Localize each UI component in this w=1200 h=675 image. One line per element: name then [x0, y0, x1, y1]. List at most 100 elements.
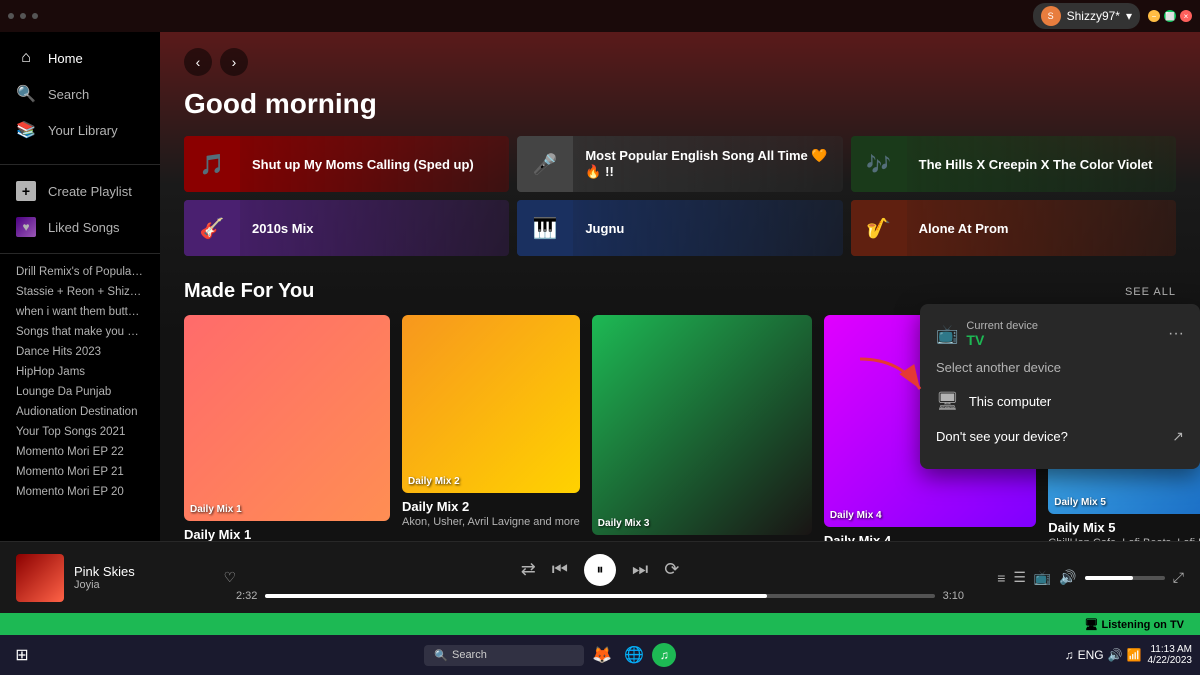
quick-card-4[interactable]: 🎹 Jugnu: [517, 200, 842, 256]
taskbar-left: ⊞: [8, 641, 36, 669]
sidebar-item-search[interactable]: 🔍 Search: [0, 76, 160, 112]
sidebar-item-home[interactable]: ⌂ Home: [0, 40, 160, 76]
quick-card-2[interactable]: 🎶 The Hills X Creepin X The Color Violet: [851, 136, 1176, 192]
volume-bar[interactable]: [1085, 576, 1165, 580]
taskbar-spotify-icon[interactable]: ♫: [652, 643, 676, 667]
mix-card-img-1: Daily Mix 2: [402, 315, 580, 493]
play-pause-button[interactable]: ⏸: [584, 554, 616, 586]
playlist-item-10[interactable]: Momento Mori EP 22: [0, 442, 160, 462]
shuffle-button[interactable]: ⇄: [521, 559, 536, 580]
next-button[interactable]: ⏭: [632, 559, 648, 580]
device-current-info: Current device TV: [966, 320, 1038, 348]
playlist-item-8[interactable]: Audionation Destination: [0, 402, 160, 422]
quick-card-label-4: Jugnu: [573, 221, 636, 236]
fullscreen-icon[interactable]: ⤢: [1173, 569, 1184, 586]
close-button[interactable]: ×: [1180, 10, 1192, 22]
taskbar-search[interactable]: 🔍 Search: [424, 645, 584, 666]
search-icon: 🔍: [16, 84, 36, 104]
taskbar-firefox-icon[interactable]: 🦊: [588, 641, 616, 669]
devices-icon[interactable]: 📺: [1034, 569, 1051, 586]
now-playing-song: Pink Skies: [74, 564, 205, 579]
dont-see-device-option[interactable]: Don't see your device? ↗: [936, 420, 1184, 453]
device-more-icon[interactable]: ···: [1168, 325, 1184, 343]
mix-card-2[interactable]: Daily Mix 3 Daily Mix 3 Sidhu Moose Wala…: [592, 315, 812, 541]
volume-tray-icon[interactable]: 🔊: [1108, 648, 1123, 662]
quick-card-3[interactable]: 🎸 2010s Mix: [184, 200, 509, 256]
playlist-item-9[interactable]: Your Top Songs 2021: [0, 422, 160, 442]
quick-card-label-2: The Hills X Creepin X The Color Violet: [907, 157, 1165, 172]
quick-card-img-3: 🎸: [184, 200, 240, 256]
player-bar: Pink Skies Joyia ♡ ⇄ ⏮ ⏸ ⏭ ⟳ 2:32 3:10 ≡…: [0, 541, 1200, 613]
liked-songs-icon: ♥: [16, 217, 36, 237]
library-icon: 📚: [16, 120, 36, 140]
quick-card-img-4: 🎹: [517, 200, 573, 256]
previous-button[interactable]: ⏮: [552, 559, 568, 580]
playlist-item-12[interactable]: Momento Mori EP 20: [0, 482, 160, 502]
external-link-icon: ↗: [1172, 428, 1184, 445]
playlist-item-11[interactable]: Momento Mori EP 21: [0, 462, 160, 482]
forward-button[interactable]: ›: [220, 48, 248, 76]
mix-card-title-0: Daily Mix 1: [184, 527, 390, 541]
playlist-item-4[interactable]: Songs that make you want t...: [0, 322, 160, 342]
quick-card-1[interactable]: 🎤 Most Popular English Song All Time 🧡 🔥…: [517, 136, 842, 192]
progress-bar[interactable]: [265, 594, 934, 598]
taskbar-clock: 11:13 AM 4/22/2023: [1147, 644, 1192, 666]
playlist-item-1[interactable]: Drill Remix's of Popular Songs: [0, 262, 160, 282]
app-body: ⌂ Home 🔍 Search 📚 Your Library + Create …: [0, 32, 1200, 541]
computer-icon: 🖥: [936, 391, 959, 412]
sidebar-label-library: Your Library: [48, 123, 118, 138]
repeat-button[interactable]: ⟳: [664, 559, 679, 580]
sidebar-label-create: Create Playlist: [48, 184, 132, 199]
current-device-name: TV: [966, 332, 1038, 348]
quick-card-img-0: 🎵: [184, 136, 240, 192]
sidebar-item-create-playlist[interactable]: + Create Playlist: [0, 173, 160, 209]
playlist-item-7[interactable]: Lounge Da Punjab: [0, 382, 160, 402]
mix-card-1[interactable]: Daily Mix 2 Daily Mix 2 Akon, Usher, Avr…: [402, 315, 580, 541]
mix-card-title-4: Daily Mix 5: [1048, 520, 1200, 535]
quick-card-img-2: 🎶: [851, 136, 907, 192]
mix-card-sub-1: Akon, Usher, Avril Lavigne and more: [402, 516, 580, 528]
this-computer-option[interactable]: 🖥 This computer: [936, 383, 1184, 420]
made-for-you-header: Made For You SEE ALL: [184, 280, 1176, 303]
taskbar-browser-icon[interactable]: 🌐: [620, 641, 648, 669]
quick-card-label-0: Shut up My Moms Calling (Sped up): [240, 157, 486, 172]
listening-label: 🖥 Listening on TV: [1084, 618, 1184, 631]
maximize-button[interactable]: ⬜: [1164, 10, 1176, 22]
sidebar-item-liked-songs[interactable]: ♥ Liked Songs: [0, 209, 160, 245]
time-current: 2:32: [236, 590, 257, 602]
queue-icon[interactable]: ☰: [1013, 569, 1026, 586]
sidebar-divider-1: [0, 164, 160, 165]
player-thumbnail: [16, 554, 64, 602]
player-controls: ⇄ ⏮ ⏸ ⏭ ⟳: [521, 554, 680, 586]
create-playlist-icon: +: [16, 181, 36, 201]
playlist-item-2[interactable]: Stassie + Reon + Shizzy97*: [0, 282, 160, 302]
minimize-button[interactable]: −: [1148, 10, 1160, 22]
taskbar-search-icon: 🔍: [434, 649, 448, 662]
quick-card-0[interactable]: 🎵 Shut up My Moms Calling (Sped up): [184, 136, 509, 192]
mix-card-0[interactable]: Daily Mix 1 Daily Mix 1 Metro Boomin, Tr…: [184, 315, 390, 541]
playlist-item-5[interactable]: Dance Hits 2023: [0, 342, 160, 362]
window-controls: − ⬜ ×: [1148, 10, 1192, 22]
user-menu[interactable]: S Shizzy97* ▾: [1033, 3, 1140, 29]
this-computer-label: This computer: [969, 394, 1051, 409]
sidebar-nav: ⌂ Home 🔍 Search 📚 Your Library: [0, 32, 160, 156]
sidebar-item-library[interactable]: 📚 Your Library: [0, 112, 160, 148]
title-bar-right: S Shizzy97* ▾ − ⬜ ×: [1033, 3, 1192, 29]
sidebar-divider-2: [0, 253, 160, 254]
playlist-item-3[interactable]: when i want them butterflies...: [0, 302, 160, 322]
spotify-tray-icon[interactable]: ♫: [1065, 648, 1074, 662]
player-info: Pink Skies Joyia: [74, 564, 205, 591]
see-all-button[interactable]: SEE ALL: [1125, 286, 1176, 298]
volume-icon[interactable]: 🔊: [1059, 569, 1076, 586]
select-device-title: Select another device: [936, 360, 1184, 375]
windows-start-button[interactable]: ⊞: [8, 641, 36, 669]
back-button[interactable]: ‹: [184, 48, 212, 76]
playlist-item-6[interactable]: HipHop Jams: [0, 362, 160, 382]
listening-bar: 🖥 Listening on TV: [0, 613, 1200, 635]
heart-button[interactable]: ♡: [223, 569, 236, 586]
mix-card-title-3: Daily Mix 4: [824, 533, 1036, 541]
quick-card-5[interactable]: 🎷 Alone At Prom: [851, 200, 1176, 256]
mix-card-title-1: Daily Mix 2: [402, 499, 580, 514]
lyrics-icon[interactable]: ≡: [997, 570, 1005, 586]
network-icon[interactable]: 📶: [1127, 648, 1142, 662]
